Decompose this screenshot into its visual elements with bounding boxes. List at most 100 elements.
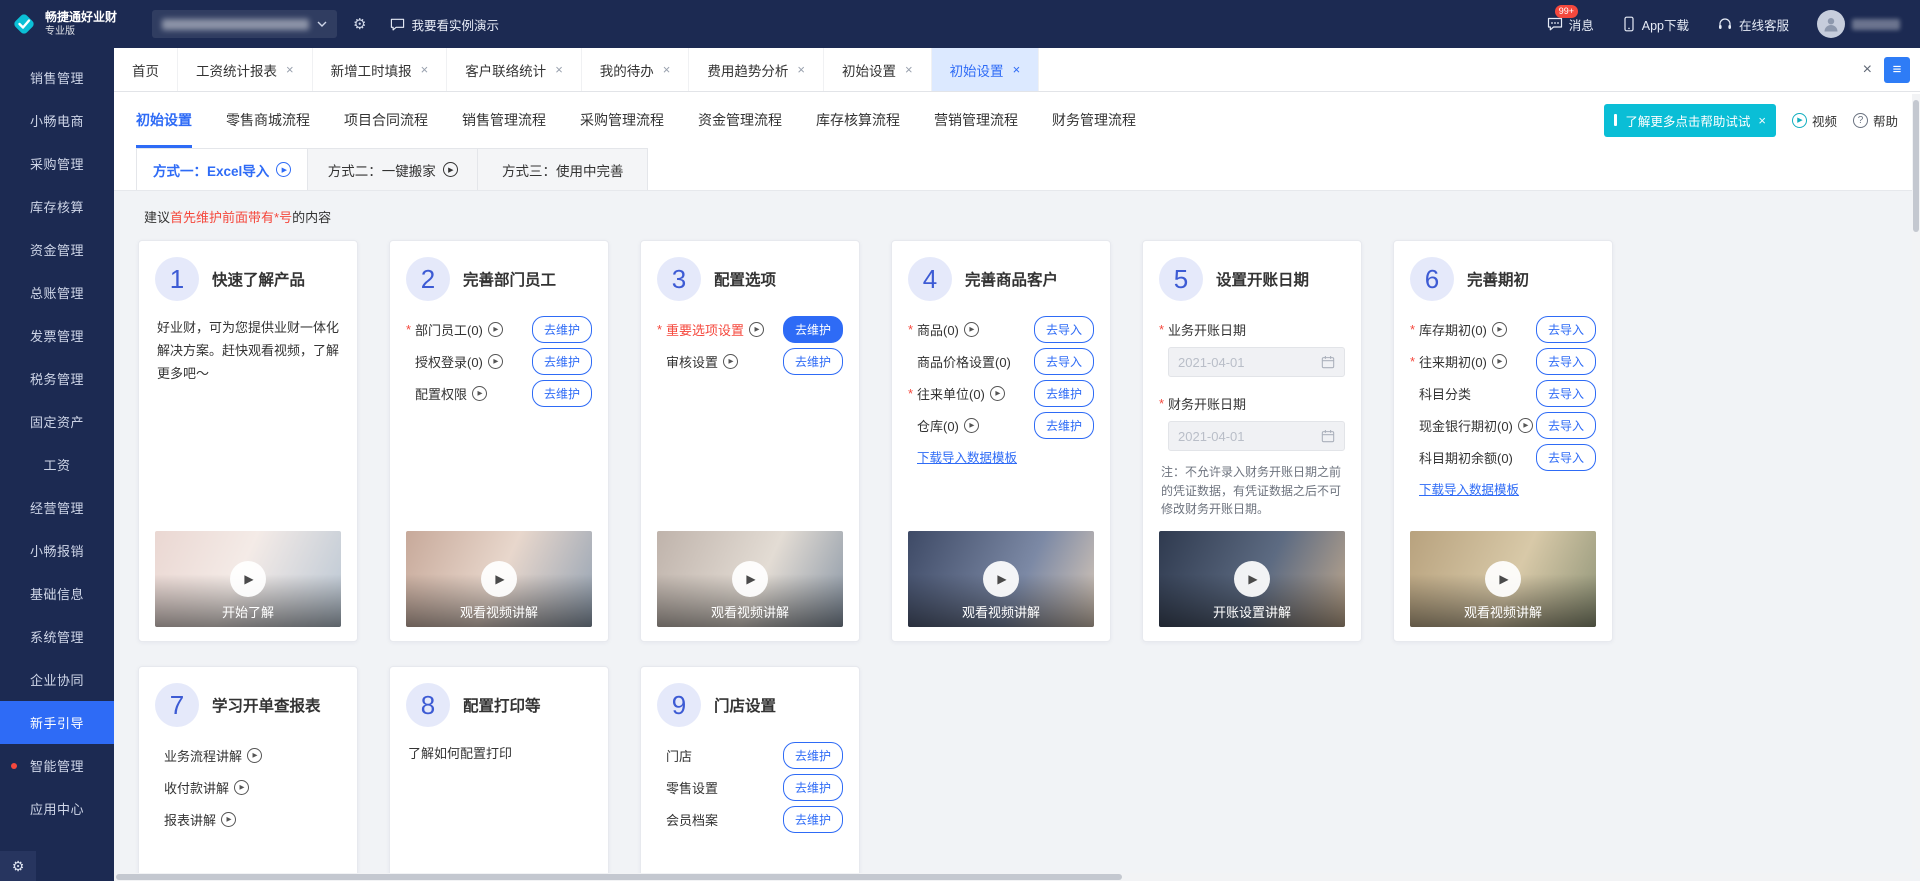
sidebar-item-funds[interactable]: 资金管理	[0, 228, 114, 271]
play-icon[interactable]: ▶	[276, 162, 292, 177]
play-icon[interactable]: ▶	[234, 779, 250, 795]
maintain-button[interactable]: 去维护	[531, 379, 592, 407]
maintain-button[interactable]: 去维护	[782, 315, 843, 343]
tab-close-icon[interactable]: ×	[555, 62, 563, 77]
maintain-button[interactable]: 去维护	[1033, 379, 1094, 407]
tab-new-timesheet[interactable]: 新增工时填报 ×	[313, 48, 448, 91]
business-opening-date-input[interactable]: 2021-04-01	[1168, 347, 1345, 377]
nav-tab-sales-management-flow[interactable]: 销售管理流程	[462, 92, 546, 148]
maintain-button[interactable]: 去维护	[782, 805, 843, 833]
import-button[interactable]: 去导入	[1535, 315, 1596, 343]
video-button[interactable]: ▶ 视频	[1791, 111, 1837, 130]
close-tabs-icon[interactable]: ×	[1861, 61, 1874, 79]
play-icon[interactable]: ▶	[1491, 353, 1507, 369]
maintain-button[interactable]: 去维护	[531, 347, 592, 375]
nav-tab-project-contract-flow[interactable]: 项目合同流程	[344, 92, 428, 148]
sidebar-item-invoice[interactable]: 发票管理	[0, 314, 114, 357]
tab-my-todo[interactable]: 我的待办 ×	[582, 48, 690, 91]
app-download-button[interactable]: App下载	[1622, 15, 1689, 34]
tab-list-icon[interactable]: ≡	[1884, 56, 1910, 83]
nav-tab-inventory-accounting-flow[interactable]: 库存核算流程	[816, 92, 900, 148]
import-button[interactable]: 去导入	[1535, 379, 1596, 407]
maintain-button[interactable]: 去维护	[531, 315, 592, 343]
user-account[interactable]	[1817, 10, 1900, 38]
sidebar-item-inventory[interactable]: 库存核算	[0, 185, 114, 228]
demo-link[interactable]: 我要看实例演示	[390, 15, 499, 34]
sidebar-item-collaboration[interactable]: 企业协同	[0, 658, 114, 701]
sidebar-item-ecommerce[interactable]: 小畅电商	[0, 99, 114, 142]
play-icon[interactable]: ▶	[221, 811, 237, 827]
sidebar-item-system[interactable]: 系统管理	[0, 615, 114, 658]
play-icon[interactable]: ▶	[1491, 321, 1507, 337]
tab-close-icon[interactable]: ×	[286, 62, 294, 77]
sidebar-item-salary[interactable]: 工资	[0, 443, 114, 486]
horizontal-scrollbar-thumb[interactable]	[116, 874, 1122, 880]
sidebar-item-reimburse[interactable]: 小畅报销	[0, 529, 114, 572]
download-template-link[interactable]: 下载导入数据模板	[1419, 479, 1596, 498]
video-thumbnail[interactable]: ▶ 观看视频讲解	[406, 531, 592, 627]
video-thumbnail[interactable]: ▶ 开始了解	[155, 531, 341, 627]
nav-tab-purchase-management-flow[interactable]: 采购管理流程	[580, 92, 664, 148]
sidebar-item-purchase[interactable]: 采购管理	[0, 142, 114, 185]
maintain-button[interactable]: 去维护	[782, 773, 843, 801]
sidebar-settings-gear-icon[interactable]: ⚙	[0, 851, 36, 881]
tab-close-icon[interactable]: ×	[421, 62, 429, 77]
play-icon[interactable]: ▶	[723, 353, 739, 369]
tab-initial-setup-2[interactable]: 初始设置 ×	[931, 48, 1040, 91]
play-icon[interactable]: ▶	[442, 162, 458, 177]
import-button[interactable]: 去导入	[1535, 411, 1596, 439]
nav-tab-initial-setup[interactable]: 初始设置	[136, 92, 192, 148]
download-template-link[interactable]: 下载导入数据模板	[917, 447, 1094, 466]
sidebar-item-basic-info[interactable]: 基础信息	[0, 572, 114, 615]
play-icon[interactable]: ▶	[989, 385, 1005, 401]
maintain-button[interactable]: 去维护	[1033, 411, 1094, 439]
nav-tab-finance-management-flow[interactable]: 财务管理流程	[1052, 92, 1136, 148]
sidebar-item-tax[interactable]: 税务管理	[0, 357, 114, 400]
play-icon[interactable]: ▶	[749, 321, 765, 337]
video-thumbnail[interactable]: ▶ 观看视频讲解	[1410, 531, 1596, 627]
finance-opening-date-input[interactable]: 2021-04-01	[1168, 421, 1345, 451]
play-icon[interactable]: ▶	[247, 747, 263, 763]
play-icon[interactable]: ▶	[1517, 417, 1533, 433]
tab-close-icon[interactable]: ×	[663, 62, 671, 77]
sidebar-item-smart-management[interactable]: 智能管理	[0, 744, 114, 787]
tab-close-icon[interactable]: ×	[797, 62, 805, 77]
maintain-button[interactable]: 去维护	[782, 741, 843, 769]
promo-banner[interactable]: 了解更多点击帮助试试 ×	[1604, 103, 1776, 137]
method-tab-improve-in-use[interactable]: 方式三：使用中完善	[478, 148, 649, 190]
play-icon[interactable]: ▶	[963, 321, 979, 337]
sidebar-item-sales[interactable]: 销售管理	[0, 56, 114, 99]
organization-selector[interactable]	[152, 10, 337, 38]
play-icon[interactable]: ▶	[472, 385, 488, 401]
import-button[interactable]: 去导入	[1033, 315, 1094, 343]
nav-tab-retail-mall-flow[interactable]: 零售商城流程	[226, 92, 310, 148]
online-service-button[interactable]: 在线客服	[1717, 15, 1789, 34]
import-button[interactable]: 去导入	[1535, 443, 1596, 471]
tab-close-icon[interactable]: ×	[1013, 62, 1021, 77]
sidebar-item-operations[interactable]: 经营管理	[0, 486, 114, 529]
nav-tab-marketing-management-flow[interactable]: 营销管理流程	[934, 92, 1018, 148]
tab-initial-setup-1[interactable]: 初始设置 ×	[824, 48, 932, 91]
topbar-settings-gear-icon[interactable]: ⚙	[353, 15, 366, 33]
play-icon[interactable]: ▶	[963, 417, 979, 433]
tab-close-icon[interactable]: ×	[905, 62, 913, 77]
import-button[interactable]: 去导入	[1033, 347, 1094, 375]
tab-expense-trend[interactable]: 费用趋势分析 ×	[689, 48, 824, 91]
method-tab-excel-import[interactable]: 方式一：Excel导入 ▶	[136, 148, 309, 190]
video-thumbnail[interactable]: ▶ 观看视频讲解	[657, 531, 843, 627]
sidebar-item-beginner-guide[interactable]: 新手引导	[0, 701, 114, 744]
import-button[interactable]: 去导入	[1535, 347, 1596, 375]
video-thumbnail[interactable]: ▶ 观看视频讲解	[908, 531, 1094, 627]
help-button[interactable]: ? 帮助	[1852, 111, 1898, 130]
video-thumbnail[interactable]: ▶ 开账设置讲解	[1159, 531, 1345, 627]
tab-home[interactable]: 首页	[114, 48, 178, 91]
sidebar-item-fixed-assets[interactable]: 固定资产	[0, 400, 114, 443]
sidebar-item-app-center[interactable]: 应用中心	[0, 787, 114, 830]
sidebar-item-general-ledger[interactable]: 总账管理	[0, 271, 114, 314]
tab-salary-stats-report[interactable]: 工资统计报表 ×	[178, 48, 313, 91]
play-icon[interactable]: ▶	[487, 321, 503, 337]
messages-button[interactable]: 99+ 消息	[1547, 4, 1594, 34]
play-icon[interactable]: ▶	[487, 353, 503, 369]
maintain-button[interactable]: 去维护	[782, 347, 843, 375]
nav-tab-funds-management-flow[interactable]: 资金管理流程	[698, 92, 782, 148]
